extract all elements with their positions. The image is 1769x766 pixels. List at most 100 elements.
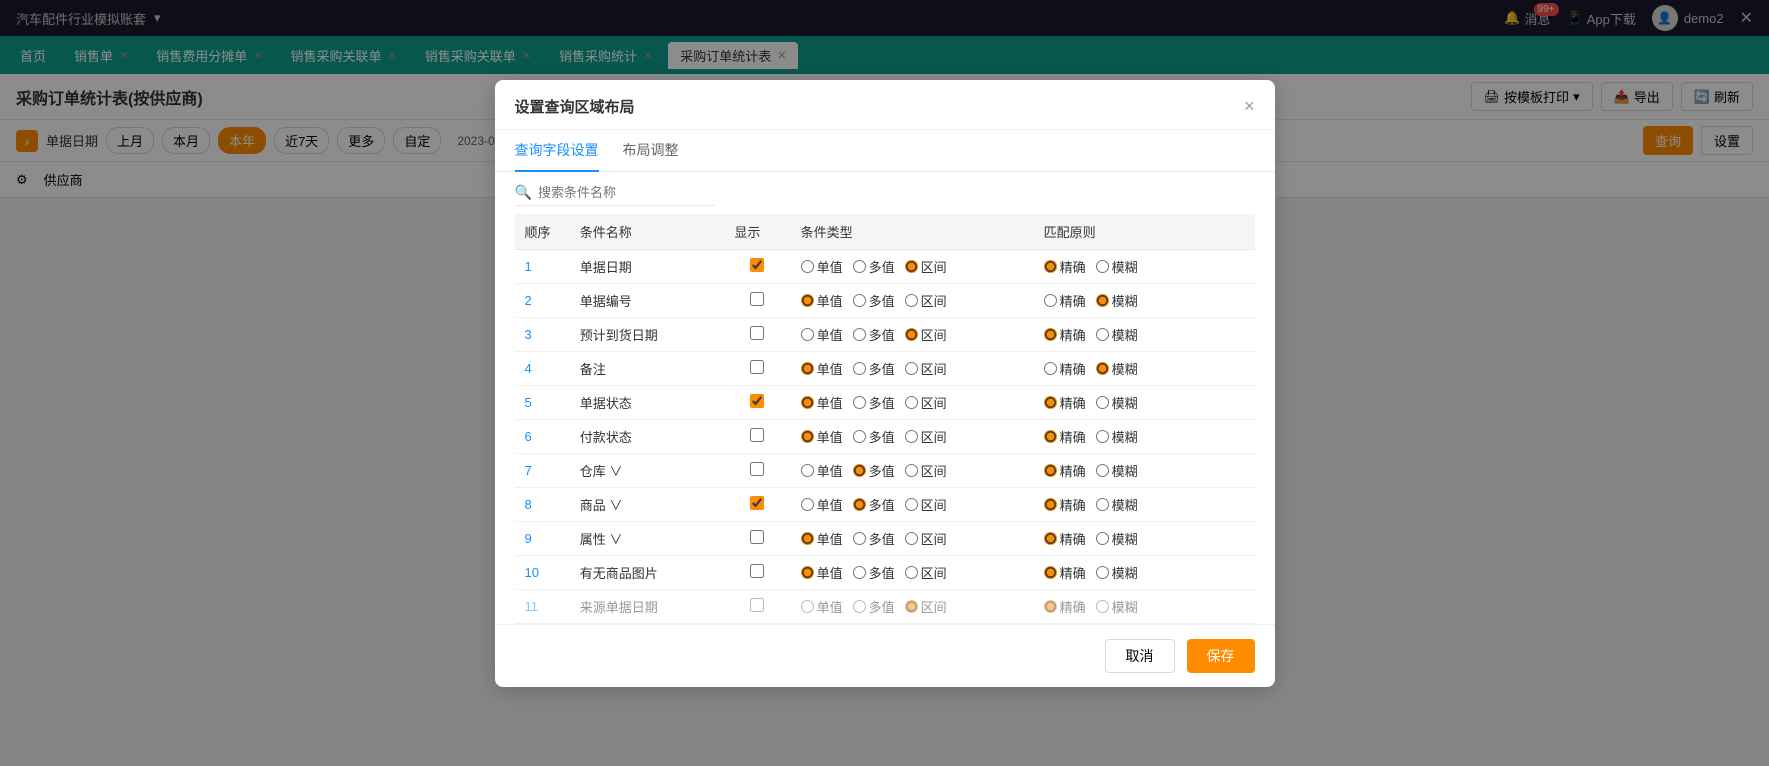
search-input-wrap: 🔍 (515, 184, 715, 206)
match-option-精确-3[interactable]: 精确 (1044, 359, 1086, 378)
save-button[interactable]: 保存 (1187, 639, 1255, 673)
show-checkbox-0[interactable] (750, 258, 764, 272)
type-option-单值-4[interactable]: 单值 (801, 393, 843, 412)
tab-layout-adjust[interactable]: 布局调整 (623, 130, 679, 172)
type-option-单值-7[interactable]: 单值 (801, 495, 843, 514)
row-type-2: 单值多值区间 (791, 317, 1034, 351)
type-option-单值-9[interactable]: 单值 (801, 563, 843, 582)
row-order-1: 2 (515, 283, 570, 317)
row-show-4[interactable] (724, 385, 790, 419)
row-type-0: 单值多值区间 (791, 249, 1034, 283)
match-option-精确-0[interactable]: 精确 (1044, 257, 1086, 276)
cancel-button[interactable]: 取消 (1105, 639, 1175, 673)
type-option-多值-3[interactable]: 多值 (853, 359, 895, 378)
match-option-模糊-5[interactable]: 模糊 (1096, 427, 1138, 446)
row-show-1[interactable] (724, 283, 790, 317)
show-checkbox-8[interactable] (750, 530, 764, 544)
show-checkbox-2[interactable] (750, 326, 764, 340)
type-option-区间-9[interactable]: 区间 (905, 563, 947, 582)
type-option-单值-8[interactable]: 单值 (801, 529, 843, 548)
row-name-0: 单据日期 (570, 249, 725, 283)
row-order-9: 10 (515, 555, 570, 589)
type-option-单值-1[interactable]: 单值 (801, 291, 843, 310)
type-option-单值-6[interactable]: 单值 (801, 461, 843, 480)
type-option-区间-1[interactable]: 区间 (905, 291, 947, 310)
type-option-多值-0[interactable]: 多值 (853, 257, 895, 276)
show-checkbox-6[interactable] (750, 462, 764, 476)
type-option-区间-5[interactable]: 区间 (905, 427, 947, 446)
col-header-type: 条件类型 (791, 214, 1034, 250)
dialog-tabs: 查询字段设置 布局调整 (495, 130, 1275, 172)
type-option-区间-4[interactable]: 区间 (905, 393, 947, 412)
show-checkbox-1[interactable] (750, 292, 764, 306)
type-option-单值-3[interactable]: 单值 (801, 359, 843, 378)
type-option-区间-6[interactable]: 区间 (905, 461, 947, 480)
show-checkbox-9[interactable] (750, 564, 764, 578)
type-option-区间-10[interactable]: 区间 (905, 597, 947, 616)
type-option-区间-7[interactable]: 区间 (905, 495, 947, 514)
match-option-精确-7[interactable]: 精确 (1044, 495, 1086, 514)
show-checkbox-5[interactable] (750, 428, 764, 442)
show-checkbox-7[interactable] (750, 496, 764, 510)
type-option-单值-10[interactable]: 单值 (801, 597, 843, 616)
match-option-模糊-4[interactable]: 模糊 (1096, 393, 1138, 412)
dialog-close-button[interactable]: × (1244, 97, 1255, 115)
row-show-7[interactable] (724, 487, 790, 521)
match-option-精确-5[interactable]: 精确 (1044, 427, 1086, 446)
type-option-单值-5[interactable]: 单值 (801, 427, 843, 446)
match-option-模糊-2[interactable]: 模糊 (1096, 325, 1138, 344)
row-order-3: 4 (515, 351, 570, 385)
type-option-区间-0[interactable]: 区间 (905, 257, 947, 276)
match-option-精确-6[interactable]: 精确 (1044, 461, 1086, 480)
match-option-精确-2[interactable]: 精确 (1044, 325, 1086, 344)
type-option-区间-8[interactable]: 区间 (905, 529, 947, 548)
type-option-多值-7[interactable]: 多值 (853, 495, 895, 514)
match-option-精确-1[interactable]: 精确 (1044, 291, 1086, 310)
type-option-单值-0[interactable]: 单值 (801, 257, 843, 276)
search-input[interactable] (538, 185, 698, 200)
type-option-多值-10[interactable]: 多值 (853, 597, 895, 616)
row-show-6[interactable] (724, 453, 790, 487)
match-option-模糊-7[interactable]: 模糊 (1096, 495, 1138, 514)
row-show-5[interactable] (724, 419, 790, 453)
type-option-多值-9[interactable]: 多值 (853, 563, 895, 582)
row-show-2[interactable] (724, 317, 790, 351)
show-checkbox-3[interactable] (750, 360, 764, 374)
match-option-精确-10[interactable]: 精确 (1044, 597, 1086, 616)
match-option-模糊-0[interactable]: 模糊 (1096, 257, 1138, 276)
row-order-10: 11 (515, 589, 570, 623)
show-checkbox-4[interactable] (750, 394, 764, 408)
row-show-0[interactable] (724, 249, 790, 283)
type-option-多值-6[interactable]: 多值 (853, 461, 895, 480)
row-order-4: 5 (515, 385, 570, 419)
match-option-模糊-8[interactable]: 模糊 (1096, 529, 1138, 548)
row-show-9[interactable] (724, 555, 790, 589)
match-option-模糊-6[interactable]: 模糊 (1096, 461, 1138, 480)
type-option-区间-3[interactable]: 区间 (905, 359, 947, 378)
match-option-精确-4[interactable]: 精确 (1044, 393, 1086, 412)
match-option-模糊-1[interactable]: 模糊 (1096, 291, 1138, 310)
row-type-10: 单值多值区间 (791, 589, 1034, 623)
row-type-9: 单值多值区间 (791, 555, 1034, 589)
match-option-模糊-3[interactable]: 模糊 (1096, 359, 1138, 378)
type-option-多值-8[interactable]: 多值 (853, 529, 895, 548)
type-option-多值-5[interactable]: 多值 (853, 427, 895, 446)
type-option-单值-2[interactable]: 单值 (801, 325, 843, 344)
row-match-10: 精确模糊 (1034, 589, 1255, 623)
show-checkbox-10[interactable] (750, 598, 764, 612)
type-option-多值-1[interactable]: 多值 (853, 291, 895, 310)
type-option-多值-2[interactable]: 多值 (853, 325, 895, 344)
match-option-精确-9[interactable]: 精确 (1044, 563, 1086, 582)
match-option-模糊-10[interactable]: 模糊 (1096, 597, 1138, 616)
row-show-10[interactable] (724, 589, 790, 623)
match-option-精确-8[interactable]: 精确 (1044, 529, 1086, 548)
row-type-4: 单值多值区间 (791, 385, 1034, 419)
row-show-8[interactable] (724, 521, 790, 555)
type-option-区间-2[interactable]: 区间 (905, 325, 947, 344)
col-header-match: 匹配原则 (1034, 214, 1255, 250)
match-option-模糊-9[interactable]: 模糊 (1096, 563, 1138, 582)
row-order-8: 9 (515, 521, 570, 555)
row-show-3[interactable] (724, 351, 790, 385)
type-option-多值-4[interactable]: 多值 (853, 393, 895, 412)
tab-query-fields[interactable]: 查询字段设置 (515, 130, 599, 172)
